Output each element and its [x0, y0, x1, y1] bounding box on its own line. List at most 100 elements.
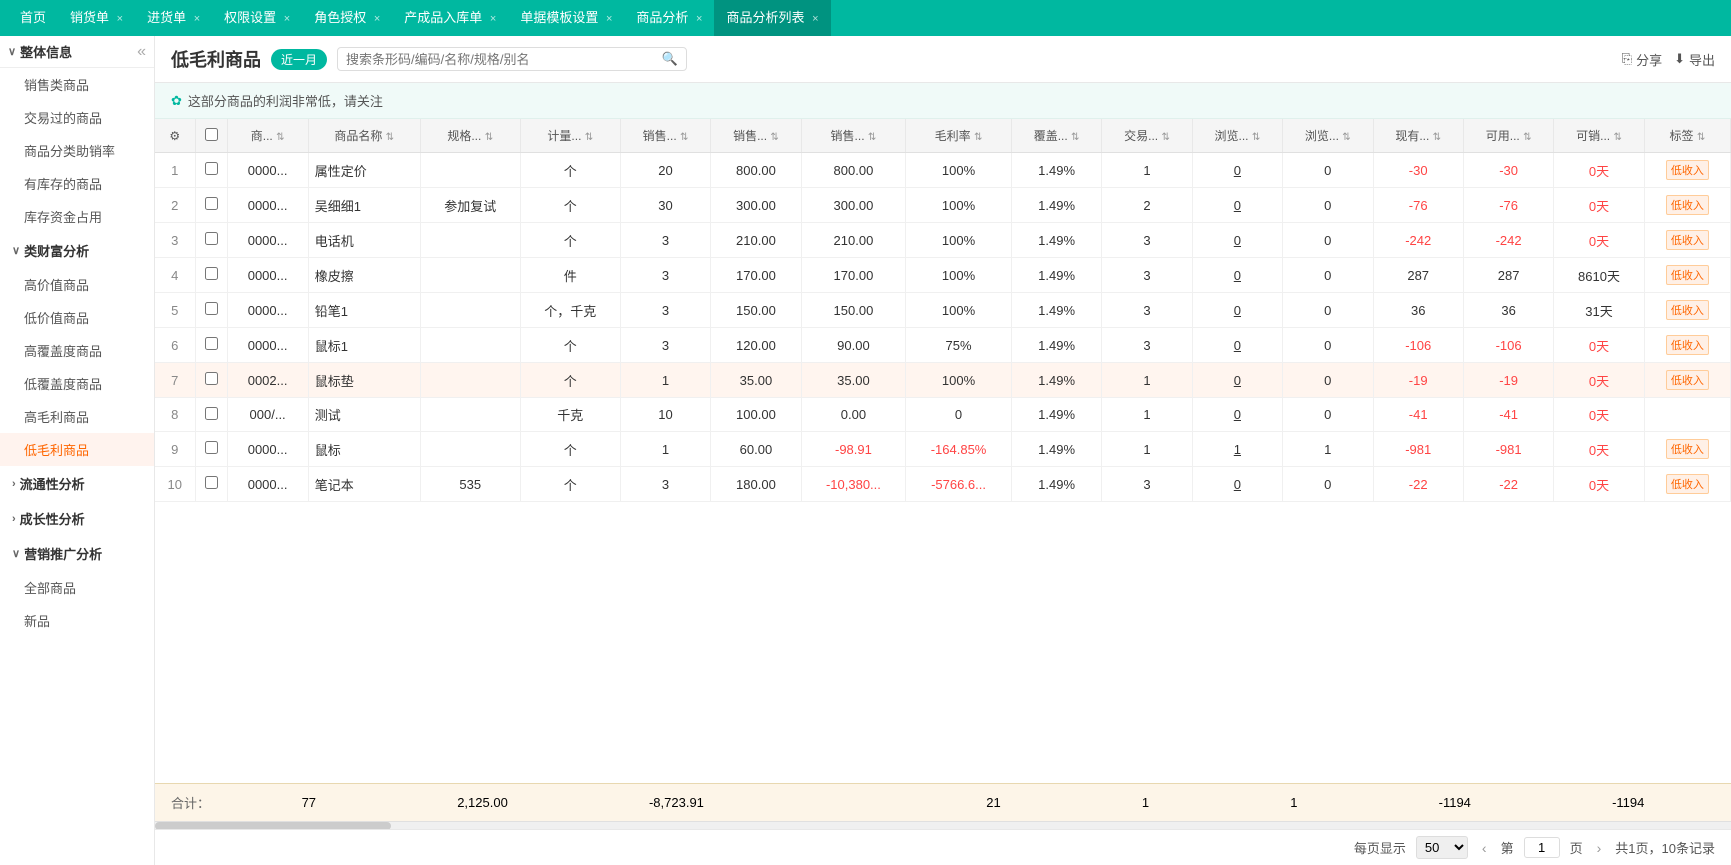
row-checkbox[interactable] — [205, 162, 218, 175]
page-size-select[interactable]: 50 100 200 — [1416, 836, 1468, 859]
row-browse1[interactable]: 1 — [1192, 432, 1282, 467]
row-checkbox-cell[interactable] — [195, 293, 227, 328]
browse1-link[interactable]: 0 — [1234, 198, 1241, 213]
sidebar-item-high-value[interactable]: 高价值商品 — [0, 268, 154, 301]
col-gross-rate[interactable]: 毛利率 ⇅ — [906, 119, 1012, 153]
search-input[interactable] — [346, 52, 662, 67]
row-checkbox-cell[interactable] — [195, 153, 227, 188]
sidebar-group-marketing[interactable]: ∨ 营销推广分析 — [0, 536, 154, 571]
close-icon[interactable]: × — [194, 13, 200, 25]
col-unit[interactable]: 计量... ⇅ — [520, 119, 620, 153]
row-browse1[interactable]: 0 — [1192, 188, 1282, 223]
sidebar-item-traded-goods[interactable]: 交易过的商品 — [0, 101, 154, 134]
sidebar-group-wealth[interactable]: ∨ 类财富分析 — [0, 233, 154, 268]
nav-sales[interactable]: 销货单 × — [58, 0, 135, 36]
col-current[interactable]: 现有... ⇅ — [1373, 119, 1463, 153]
col-settings[interactable]: ⚙ — [155, 119, 195, 153]
browse1-link[interactable]: 0 — [1234, 303, 1241, 318]
sidebar-item-high-coverage[interactable]: 高覆盖度商品 — [0, 334, 154, 367]
row-checkbox-cell[interactable] — [195, 467, 227, 502]
row-checkbox-cell[interactable] — [195, 258, 227, 293]
page-number-input[interactable] — [1524, 837, 1560, 858]
row-checkbox[interactable] — [205, 302, 218, 315]
row-checkbox-cell[interactable] — [195, 188, 227, 223]
sidebar-item-low-coverage[interactable]: 低覆盖度商品 — [0, 367, 154, 400]
col-trade[interactable]: 交易... ⇅ — [1102, 119, 1192, 153]
nav-home[interactable]: 首页 — [8, 0, 58, 36]
row-checkbox[interactable] — [205, 267, 218, 280]
col-sales-price[interactable]: 销售... ⇅ — [711, 119, 801, 153]
close-icon[interactable]: × — [696, 13, 702, 25]
sidebar-item-all-goods[interactable]: 全部商品 — [0, 571, 154, 604]
col-saleable[interactable]: 可销... ⇅ — [1554, 119, 1644, 153]
search-icon[interactable]: 🔍 — [662, 51, 678, 67]
row-browse1[interactable]: 0 — [1192, 258, 1282, 293]
next-page-button[interactable]: › — [1593, 838, 1606, 858]
row-checkbox[interactable] — [205, 372, 218, 385]
col-coverage[interactable]: 覆盖... ⇅ — [1011, 119, 1101, 153]
col-browse2[interactable]: 浏览... ⇅ — [1283, 119, 1373, 153]
sidebar-group-growth[interactable]: › 成长性分析 — [0, 501, 154, 536]
sidebar-item-low-value[interactable]: 低价值商品 — [0, 301, 154, 334]
close-icon[interactable]: × — [117, 13, 123, 25]
browse1-link[interactable]: 0 — [1234, 407, 1241, 422]
col-available[interactable]: 可用... ⇅ — [1463, 119, 1553, 153]
row-browse1[interactable]: 0 — [1192, 293, 1282, 328]
row-browse1[interactable]: 0 — [1192, 398, 1282, 432]
sidebar-group-flow[interactable]: › 流通性分析 — [0, 466, 154, 501]
row-checkbox[interactable] — [205, 232, 218, 245]
row-checkbox[interactable] — [205, 407, 218, 420]
col-tag[interactable]: 标签 ⇅ — [1644, 119, 1730, 153]
nav-template[interactable]: 单据模板设置 × — [508, 0, 624, 36]
sidebar-item-new-goods[interactable]: 新品 — [0, 604, 154, 637]
sidebar-item-high-profit[interactable]: 高毛利商品 — [0, 400, 154, 433]
col-code[interactable]: 商... ⇅ — [227, 119, 308, 153]
sidebar-item-sales-goods[interactable]: 销售类商品 — [0, 68, 154, 101]
browse1-link[interactable]: 0 — [1234, 338, 1241, 353]
row-checkbox-cell[interactable] — [195, 432, 227, 467]
share-button[interactable]: ⎘ 分享 — [1622, 50, 1662, 69]
row-checkbox-cell[interactable] — [195, 398, 227, 432]
horizontal-scrollbar[interactable] — [155, 821, 1731, 829]
sidebar-item-low-profit[interactable]: 低毛利商品 — [0, 433, 154, 466]
sidebar-collapse-button[interactable]: « — [137, 43, 146, 61]
table-container[interactable]: ⚙ 商... ⇅ 商品名称 ⇅ 规格... ⇅ 计量... ⇅ 销售... ⇅ … — [155, 119, 1731, 783]
sidebar-group-overall[interactable]: ∨ 整体信息 — [8, 42, 72, 61]
nav-product-analysis-list[interactable]: 商品分析列表 × — [714, 0, 830, 36]
col-browse1[interactable]: 浏览... ⇅ — [1192, 119, 1282, 153]
nav-purchase[interactable]: 进货单 × — [135, 0, 212, 36]
row-browse1[interactable]: 0 — [1192, 363, 1282, 398]
browse1-link[interactable]: 1 — [1234, 442, 1241, 457]
row-checkbox-cell[interactable] — [195, 328, 227, 363]
sidebar-item-stock-goods[interactable]: 有库存的商品 — [0, 167, 154, 200]
row-browse1[interactable]: 0 — [1192, 467, 1282, 502]
browse1-link[interactable]: 0 — [1234, 163, 1241, 178]
nav-permission[interactable]: 权限设置 × — [212, 0, 302, 36]
row-checkbox[interactable] — [205, 476, 218, 489]
browse1-link[interactable]: 0 — [1234, 477, 1241, 492]
row-browse1[interactable]: 0 — [1192, 328, 1282, 363]
close-icon[interactable]: × — [374, 13, 380, 25]
row-checkbox[interactable] — [205, 441, 218, 454]
select-all-checkbox[interactable] — [205, 128, 218, 141]
close-icon[interactable]: × — [812, 13, 818, 25]
row-checkbox[interactable] — [205, 197, 218, 210]
sidebar-item-category-rate[interactable]: 商品分类助销率 — [0, 134, 154, 167]
close-icon[interactable]: × — [606, 13, 612, 25]
sidebar-item-stock-capital[interactable]: 库存资金占用 — [0, 200, 154, 233]
row-browse1[interactable]: 0 — [1192, 153, 1282, 188]
col-checkbox[interactable] — [195, 119, 227, 153]
row-checkbox-cell[interactable] — [195, 223, 227, 258]
col-spec[interactable]: 规格... ⇅ — [420, 119, 520, 153]
col-name[interactable]: 商品名称 ⇅ — [308, 119, 420, 153]
filter-recent-month-button[interactable]: 近一月 — [271, 49, 327, 70]
prev-page-button[interactable]: ‹ — [1478, 838, 1491, 858]
col-sales-amount[interactable]: 销售... ⇅ — [801, 119, 906, 153]
close-icon[interactable]: × — [490, 13, 496, 25]
row-checkbox-cell[interactable] — [195, 363, 227, 398]
browse1-link[interactable]: 0 — [1234, 268, 1241, 283]
row-browse1[interactable]: 0 — [1192, 223, 1282, 258]
browse1-link[interactable]: 0 — [1234, 233, 1241, 248]
nav-product-in[interactable]: 产成品入库单 × — [392, 0, 508, 36]
nav-product-analysis[interactable]: 商品分析 × — [624, 0, 714, 36]
